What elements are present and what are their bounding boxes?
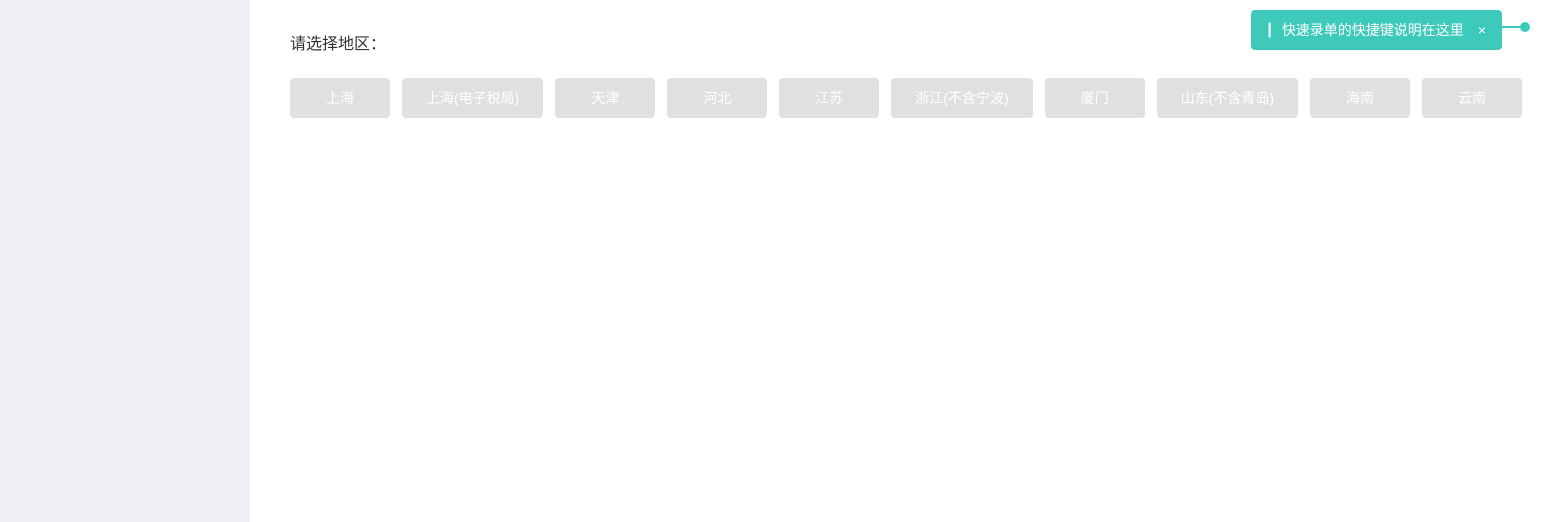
tooltip-close-button[interactable]: × — [1478, 22, 1486, 38]
region-button-jiangsu[interactable]: 江苏 — [779, 78, 879, 118]
region-button-xiamen[interactable]: 厦门 — [1045, 78, 1145, 118]
region-button-zhejiang[interactable]: 浙江(不含宁波) — [891, 78, 1032, 118]
left-sidebar — [0, 0, 250, 522]
tooltip-dot — [1520, 22, 1530, 32]
region-button-hebei[interactable]: 河北 — [667, 78, 767, 118]
tooltip-line — [1500, 26, 1520, 28]
region-button-tianjin[interactable]: 天津 — [555, 78, 655, 118]
region-button-yunnan[interactable]: 云南 — [1422, 78, 1522, 118]
main-content: 请选择地区： 上海上海(电子税局)天津河北江苏浙江(不含宁波)厦门山东(不含青岛… — [250, 0, 1562, 522]
region-button-hainan[interactable]: 海南 — [1310, 78, 1410, 118]
region-grid: 上海上海(电子税局) 天津河北江苏浙江(不含宁波) 厦门山东(不含青岛) 海南云南 — [290, 78, 1522, 118]
region-button-shanghai-etax[interactable]: 上海(电子税局) — [402, 78, 543, 118]
region-button-shanghai[interactable]: 上海 — [290, 78, 390, 118]
tooltip-banner[interactable]: 快速录单的快捷键说明在这里 × — [1251, 10, 1502, 50]
tooltip-text: 快速录单的快捷键说明在这里 — [1282, 20, 1464, 40]
region-button-shandong[interactable]: 山东(不含青岛) — [1157, 78, 1298, 118]
